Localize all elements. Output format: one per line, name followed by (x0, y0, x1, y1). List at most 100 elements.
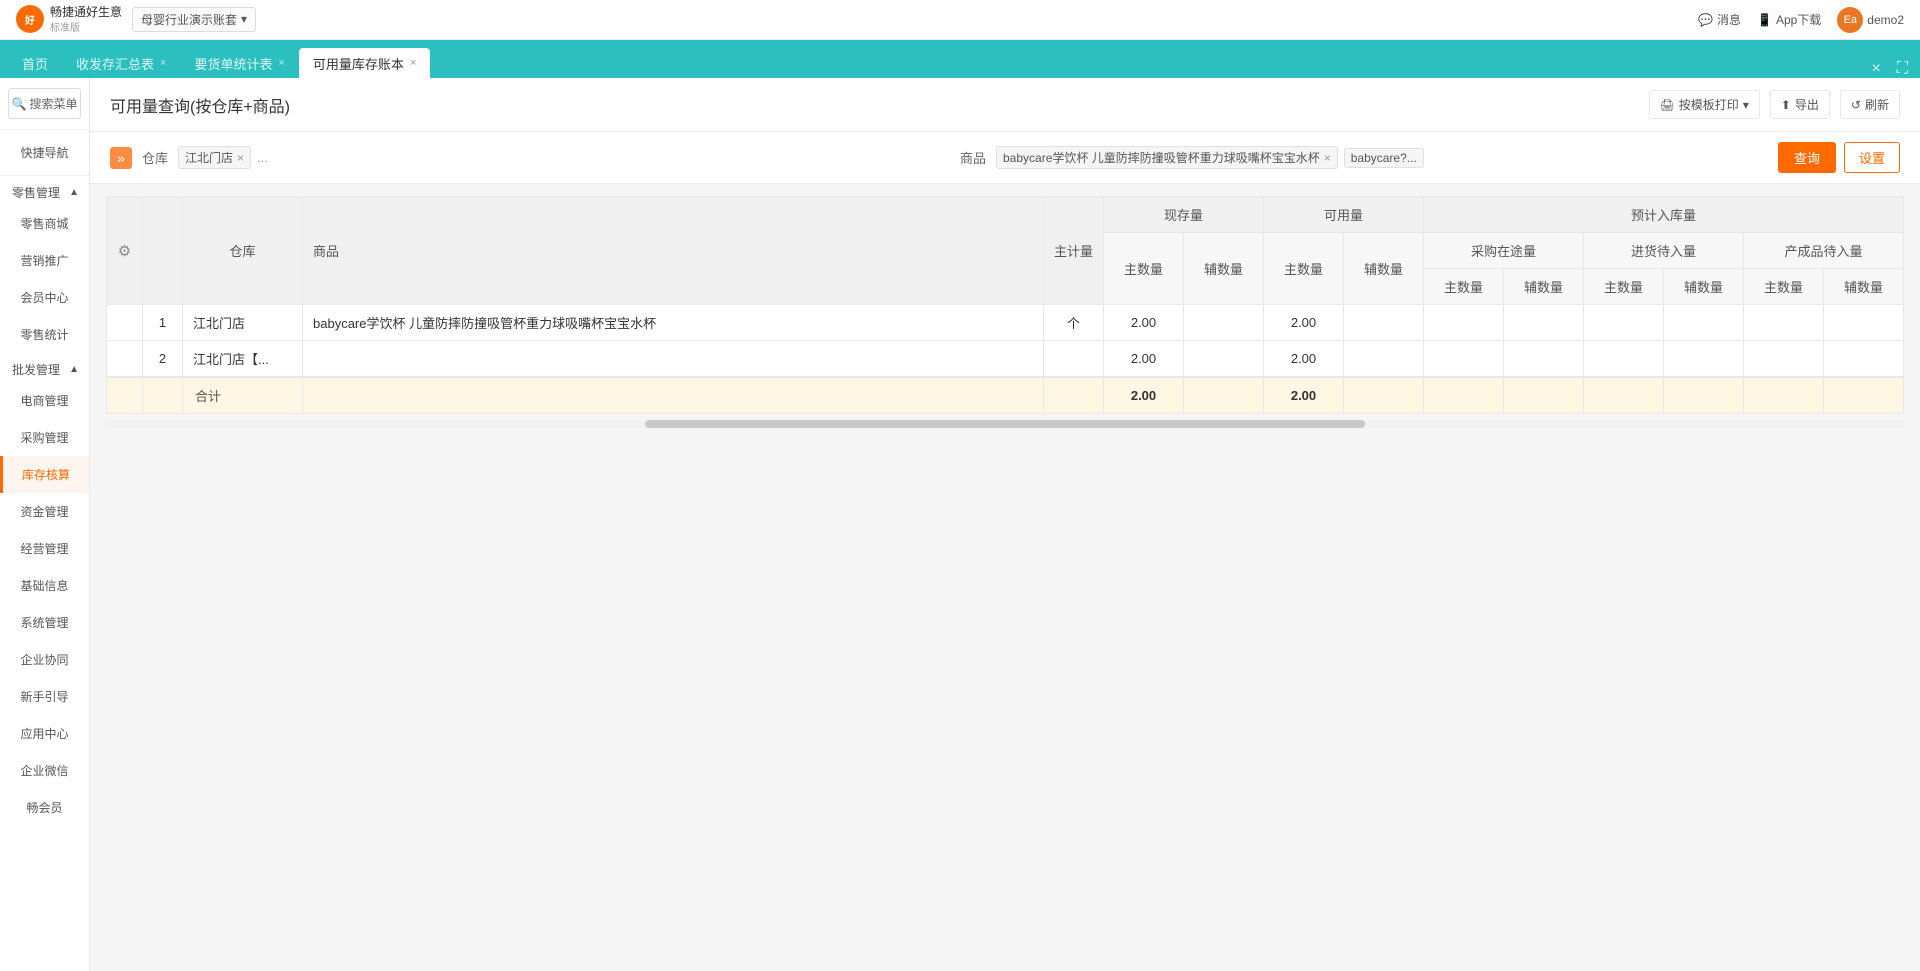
message-label: 消息 (1717, 11, 1741, 28)
tab-available[interactable]: 可用量库存账本 × (299, 48, 430, 78)
tab-expand-btn[interactable]: ⛶ (1893, 60, 1912, 78)
cell-available-sub (1344, 341, 1424, 377)
th-purchase-transit: 采购在途量 (1424, 233, 1584, 269)
warehouse-tag: 江北门店 × (178, 146, 251, 169)
sidebar-item-system[interactable]: 系统管理 (0, 604, 89, 641)
message-icon: 💬 (1698, 13, 1713, 27)
sidebar-item-ecommerce[interactable]: 电商管理 (0, 382, 89, 419)
footer-incoming-main (1584, 378, 1664, 414)
tab-home[interactable]: 首页 (8, 48, 62, 78)
quick-nav-item[interactable]: 快捷导航 (0, 136, 89, 169)
sidebar: 🔍 搜索菜单 快捷导航 零售管理 ▲ 零售商城 营销推广 会员中心 零售统计 批… (0, 78, 90, 971)
sidebar-item-vip-label: 畅会员 (26, 799, 62, 816)
th-warehouse: 仓库 (183, 197, 303, 305)
cell-incoming-sub (1664, 305, 1744, 341)
quick-nav-label: 快捷导航 (20, 146, 68, 160)
cell-incoming-main (1584, 305, 1664, 341)
template-print-btn[interactable]: 🖨 按模板打印 ▾ (1649, 90, 1760, 119)
cell-purchase-sub (1504, 341, 1584, 377)
tab-orders[interactable]: 要货单统计表 × (180, 48, 298, 78)
cell-production-sub (1824, 305, 1904, 341)
sidebar-item-retail-mall-label: 零售商城 (20, 215, 68, 232)
print-icon: 🖨 (1660, 98, 1675, 112)
tab-receipts-label: 收发存汇总表 (76, 54, 154, 73)
sidebar-item-retail-mall[interactable]: 零售商城 (0, 205, 89, 242)
refresh-btn[interactable]: ↺ 刷新 (1840, 90, 1900, 119)
cell-available-sub (1344, 305, 1424, 341)
th-incoming-main: 主数量 (1584, 269, 1664, 305)
cell-available-main: 2.00 (1264, 305, 1344, 341)
goods-tag-1-close[interactable]: × (1324, 151, 1331, 165)
sidebar-group-retail[interactable]: 零售管理 ▲ (0, 176, 89, 205)
export-icon: ⬆ (1781, 98, 1791, 112)
footer-available-sub (1344, 378, 1424, 414)
cell-settings (107, 341, 143, 377)
cell-goods: babycare学饮杯 儿童防摔防撞吸管杯重力球吸嘴杯宝宝水杯 (303, 305, 1044, 341)
cell-no: 1 (143, 305, 183, 341)
warehouse-filter-dots[interactable]: ... (257, 150, 268, 165)
sidebar-item-finance[interactable]: 资金管理 (0, 493, 89, 530)
app-download-btn[interactable]: 📱 App下载 (1757, 11, 1821, 28)
export-btn[interactable]: ⬆ 导出 (1770, 90, 1830, 119)
settings-btn[interactable]: 设置 (1844, 142, 1900, 173)
footer-table: 合计 2.00 2.00 (106, 377, 1904, 414)
sidebar-item-vip[interactable]: 畅会员 (0, 789, 89, 826)
sidebar-group-wholesale[interactable]: 批发管理 ▲ (0, 353, 89, 382)
th-expected-in: 预计入库量 (1424, 197, 1904, 233)
tab-bar: 首页 收发存汇总表 × 要货单统计表 × 可用量库存账本 × × ⛶ (0, 40, 1920, 78)
cell-goods (303, 341, 1044, 377)
refresh-icon: ↺ (1851, 98, 1861, 112)
query-btn[interactable]: 查询 (1778, 142, 1836, 173)
sidebar-item-marketing-label: 营销推广 (20, 252, 68, 269)
user-info[interactable]: Ea demo2 (1837, 7, 1904, 33)
content-area: 可用量查询(按仓库+商品) 🖨 按模板打印 ▾ ⬆ 导出 ↺ 刷新 (90, 78, 1920, 971)
sidebar-item-inventory[interactable]: 库存核算 (0, 456, 89, 493)
tab-receipts-close[interactable]: × (160, 57, 166, 69)
sidebar-item-retail-stats[interactable]: 零售统计 (0, 316, 89, 353)
logo: 好 畅捷通好生意 标准版 (16, 5, 122, 34)
filter-expand-btn[interactable]: » (110, 147, 132, 169)
sidebar-group-wholesale-arrow: ▲ (69, 364, 79, 375)
footer-p-transit-sub (1504, 378, 1584, 414)
th-incoming-sub: 辅数量 (1664, 269, 1744, 305)
cell-purchase-main (1424, 341, 1504, 377)
page-title: 可用量查询(按仓库+商品) (110, 93, 290, 117)
data-table: ⚙ 仓库 商品 主计量 现存量 可用量 预计入库量 主数量 辅数量 主数量 (106, 196, 1904, 377)
cell-incoming-main (1584, 341, 1664, 377)
tab-available-close[interactable]: × (410, 57, 416, 69)
logo-sub: 标准版 (50, 19, 122, 34)
sidebar-item-marketing[interactable]: 营销推广 (0, 242, 89, 279)
th-unit: 主计量 (1043, 197, 1103, 305)
footer-p-transit-main (1424, 378, 1504, 414)
sidebar-item-app-center[interactable]: 应用中心 (0, 715, 89, 752)
cell-incoming-sub (1664, 341, 1744, 377)
page-header-actions: 🖨 按模板打印 ▾ ⬆ 导出 ↺ 刷新 (1649, 90, 1900, 119)
sidebar-item-enterprise-label: 企业协同 (20, 651, 68, 668)
sidebar-item-enterprise[interactable]: 企业协同 (0, 641, 89, 678)
logo-text: 畅捷通好生意 (50, 5, 122, 19)
message-btn[interactable]: 💬 消息 (1698, 11, 1741, 28)
tab-orders-label: 要货单统计表 (194, 54, 272, 73)
horizontal-scrollbar[interactable] (106, 420, 1904, 428)
tab-receipts[interactable]: 收发存汇总表 × (62, 48, 180, 78)
warehouse-tag-close[interactable]: × (237, 151, 244, 165)
logo-text-block: 畅捷通好生意 标准版 (50, 5, 122, 34)
sidebar-item-basic[interactable]: 基础信息 (0, 567, 89, 604)
search-menu-label: 搜索菜单 (29, 95, 77, 112)
sidebar-item-wechat[interactable]: 企业微信 (0, 752, 89, 789)
sidebar-search: 🔍 搜索菜单 (0, 78, 89, 130)
sidebar-item-operation[interactable]: 经营管理 (0, 530, 89, 567)
tab-orders-close[interactable]: × (278, 57, 284, 69)
cell-no: 2 (143, 341, 183, 377)
sidebar-item-purchase[interactable]: 采购管理 (0, 419, 89, 456)
sidebar-item-system-label: 系统管理 (20, 614, 68, 631)
th-purchase-main: 主数量 (1424, 269, 1504, 305)
goods-tag-2-text: babycare?... (1351, 151, 1417, 165)
sidebar-item-newbie[interactable]: 新手引导 (0, 678, 89, 715)
sidebar-item-member[interactable]: 会员中心 (0, 279, 89, 316)
tab-close-all-btn[interactable]: × (1867, 60, 1884, 78)
industry-selector[interactable]: 母婴行业演示账套 ▾ (132, 7, 256, 32)
search-menu-btn[interactable]: 🔍 搜索菜单 (8, 88, 81, 119)
table-row: 1 江北门店 babycare学饮杯 儿童防摔防撞吸管杯重力球吸嘴杯宝宝水杯 个… (107, 305, 1904, 341)
settings-gear-icon[interactable]: ⚙ (118, 243, 131, 260)
